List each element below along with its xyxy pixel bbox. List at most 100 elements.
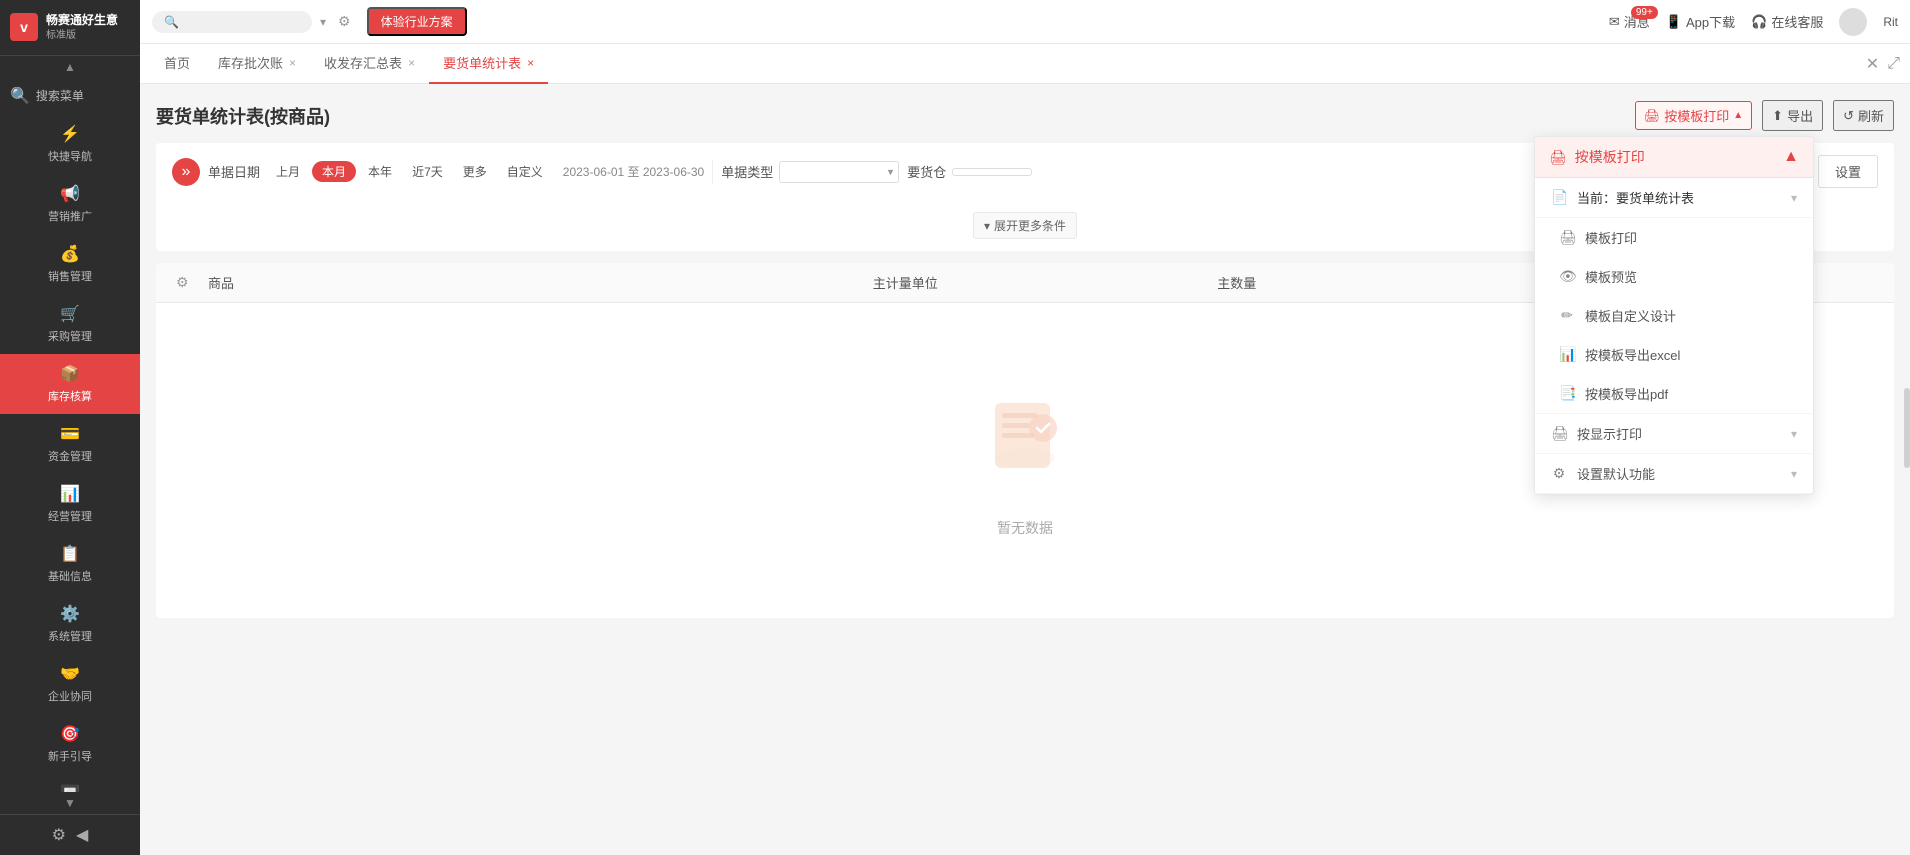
print-label: 按模板打印 bbox=[1664, 106, 1729, 125]
dropdown-template-print[interactable]: 🖨 模板打印 bbox=[1543, 218, 1813, 257]
message-icon: ✉ bbox=[1609, 14, 1620, 30]
dropdown-title: 🖨 按模板打印 bbox=[1549, 147, 1645, 167]
page-actions: 🖨 按模板打印 ▲ ⬆ 导出 ↺ 刷新 🖨 bbox=[1635, 100, 1894, 131]
date-btn-current-year[interactable]: 本年 bbox=[360, 161, 400, 182]
settings-button[interactable]: 设置 bbox=[1818, 155, 1878, 188]
dropdown-export-excel-label: 按模板导出excel bbox=[1585, 345, 1680, 364]
sales-icon: 💰 bbox=[60, 244, 80, 264]
refresh-button[interactable]: ↺ 刷新 bbox=[1833, 100, 1894, 131]
dropdown-export-pdf[interactable]: 📑 按模板导出pdf bbox=[1543, 374, 1813, 413]
dropdown-template-design[interactable]: ✏ 模板自定义设计 bbox=[1543, 296, 1813, 335]
edition-label: 标准版 bbox=[46, 29, 118, 43]
print-icon: 🖨 bbox=[1644, 108, 1661, 124]
dropdown-display-print[interactable]: 🖨 按显示打印 ▾ bbox=[1535, 414, 1813, 453]
date-btn-more[interactable]: 更多 bbox=[455, 161, 495, 182]
sidebar-logo: v 畅赛通好生意 标准版 bbox=[0, 0, 140, 56]
date-btn-prev-month[interactable]: 上月 bbox=[268, 161, 308, 182]
basicinfo-icon: 📋 bbox=[60, 544, 80, 564]
sidebar-item-guide[interactable]: 🎯 新手引导 bbox=[0, 714, 140, 774]
current-arrow-icon: ▾ bbox=[1791, 191, 1797, 205]
doc-type-select[interactable] bbox=[779, 161, 899, 183]
online-service-label: 在线客服 bbox=[1771, 12, 1823, 31]
scroll-down-arrow[interactable]: ▼ bbox=[0, 792, 140, 814]
close-all-tabs-btn[interactable]: ✕ bbox=[1866, 54, 1879, 74]
dropdown-export-excel[interactable]: 📊 按模板导出excel bbox=[1543, 335, 1813, 374]
topbar-search-box[interactable]: 🔍 bbox=[152, 11, 312, 33]
sidebar-item-apps[interactable]: 🔲 应用中心 bbox=[0, 774, 140, 792]
maximize-btn[interactable]: ⤢ bbox=[1887, 55, 1900, 73]
quicknav-icon: ⚡ bbox=[60, 124, 80, 144]
page-title: 要货单统计表(按商品) bbox=[156, 103, 330, 129]
date-btn-7days[interactable]: 近7天 bbox=[404, 161, 451, 182]
expand-more-conditions-btn[interactable]: ▾ 展开更多条件 bbox=[973, 212, 1077, 239]
tab-home[interactable]: 首页 bbox=[150, 44, 204, 84]
sidebar-item-finance-label: 资金管理 bbox=[48, 448, 92, 464]
tab-receipt-summary-close[interactable]: × bbox=[408, 56, 415, 70]
app-download-label: App下载 bbox=[1686, 12, 1735, 31]
print-dropdown-menu: 🖨 按模板打印 ▲ 📄 当前：要货单统计表 ▾ bbox=[1534, 136, 1814, 495]
sidebar-item-sales[interactable]: 💰 销售管理 bbox=[0, 234, 140, 294]
main-content: 🔍 ▾ ⚙ 体验行业方案 ✉ 消息 99+ 📱 App下载 🎧 在线客服 bbox=[140, 0, 1910, 855]
message-btn[interactable]: ✉ 消息 99+ bbox=[1609, 12, 1650, 31]
tab-order-stats-label: 要货单统计表 bbox=[443, 53, 521, 72]
refresh-label: 刷新 bbox=[1858, 106, 1884, 125]
doc-type-select-wrapper bbox=[779, 161, 899, 183]
username-display[interactable]: Rit bbox=[1883, 15, 1898, 29]
default-func-icon: ⚙ bbox=[1551, 465, 1567, 482]
sidebar-item-finance[interactable]: 💳 资金管理 bbox=[0, 414, 140, 474]
tab-receipt-summary[interactable]: 收发存汇总表 × bbox=[310, 44, 429, 84]
tabs-bar: 首页 库存批次账 × 收发存汇总表 × 要货单统计表 × ✕ ⤢ bbox=[140, 44, 1910, 84]
date-btn-current-month[interactable]: 本月 bbox=[312, 161, 356, 182]
message-badge: 99+ bbox=[1631, 6, 1658, 19]
print-button[interactable]: 🖨 按模板打印 ▲ bbox=[1635, 101, 1752, 130]
sidebar-item-marketing[interactable]: 📢 营销推广 bbox=[0, 174, 140, 234]
dropdown-collapse-btn[interactable]: ▲ bbox=[1783, 148, 1799, 166]
table-settings-icon[interactable]: ⚙ bbox=[168, 270, 197, 294]
export-excel-icon: 📊 bbox=[1559, 346, 1575, 363]
sidebar-item-guide-label: 新手引导 bbox=[48, 748, 92, 764]
dropdown-default-func[interactable]: ⚙ 设置默认功能 ▾ bbox=[1535, 454, 1813, 493]
sidebar-item-collab[interactable]: 🤝 企业协同 bbox=[0, 654, 140, 714]
scroll-indicator[interactable] bbox=[1904, 388, 1910, 468]
qty-column-label: 主数量 bbox=[1217, 276, 1256, 291]
dropdown-current-label: 当前：要货单统计表 bbox=[1577, 188, 1694, 207]
th-goods: 商品 bbox=[196, 273, 861, 292]
tab-inventory-batch[interactable]: 库存批次账 × bbox=[204, 44, 310, 84]
tabs-right-actions: ✕ ⤢ bbox=[1866, 54, 1900, 74]
dropdown-current-item[interactable]: 📄 当前：要货单统计表 ▾ bbox=[1535, 178, 1813, 217]
dropdown-title-text: 按模板打印 bbox=[1575, 147, 1645, 167]
export-button[interactable]: ⬆ 导出 bbox=[1762, 100, 1823, 131]
sidebar-item-purchase[interactable]: 🛒 采购管理 bbox=[0, 294, 140, 354]
sidebar-item-search[interactable]: 🔍 搜索菜单 bbox=[0, 78, 140, 114]
purchase-icon: 🛒 bbox=[60, 304, 80, 324]
topbar: 🔍 ▾ ⚙ 体验行业方案 ✉ 消息 99+ 📱 App下载 🎧 在线客服 bbox=[140, 0, 1910, 44]
sidebar-item-operation-label: 经营管理 bbox=[48, 508, 92, 524]
online-service-btn[interactable]: 🎧 在线客服 bbox=[1751, 12, 1823, 31]
app-download-btn[interactable]: 📱 App下载 bbox=[1666, 12, 1735, 31]
filter-expand-toggle[interactable]: » bbox=[172, 158, 200, 186]
scroll-up-arrow[interactable]: ▲ bbox=[0, 56, 140, 78]
sidebar-item-basicinfo[interactable]: 📋 基础信息 bbox=[0, 534, 140, 594]
tab-inventory-batch-close[interactable]: × bbox=[289, 56, 296, 70]
export-icon: ⬆ bbox=[1772, 108, 1783, 124]
avatar-btn[interactable] bbox=[1839, 8, 1867, 36]
guide-icon: 🎯 bbox=[60, 724, 80, 744]
topbar-gear-icon[interactable]: ⚙ bbox=[334, 9, 355, 34]
tab-order-stats[interactable]: 要货单统计表 × bbox=[429, 44, 548, 84]
date-btn-custom[interactable]: 自定义 bbox=[499, 161, 551, 182]
sidebar-item-quicknav[interactable]: ⚡ 快捷导航 bbox=[0, 114, 140, 174]
search-icon: 🔍 bbox=[10, 86, 30, 106]
sidebar-item-operation[interactable]: 📊 经营管理 bbox=[0, 474, 140, 534]
sidebar-item-inventory[interactable]: 📦 库存核算 bbox=[0, 354, 140, 414]
sidebar-item-system[interactable]: ⚙️ 系统管理 bbox=[0, 594, 140, 654]
settings-btn[interactable]: ⚙ bbox=[52, 825, 66, 845]
warehouse-input-wrapper[interactable] bbox=[952, 168, 1032, 176]
dropdown-template-preview[interactable]: 👁 模板预览 bbox=[1543, 257, 1813, 296]
collapse-btn[interactable]: ◀ bbox=[76, 825, 88, 845]
refresh-icon: ↺ bbox=[1843, 108, 1854, 124]
sidebar-item-basicinfo-label: 基础信息 bbox=[48, 568, 92, 584]
tab-order-stats-close[interactable]: × bbox=[527, 56, 534, 70]
topbar-chevron-icon[interactable]: ▾ bbox=[320, 15, 326, 29]
promo-button[interactable]: 体验行业方案 bbox=[367, 7, 467, 36]
topbar-search-input[interactable] bbox=[185, 15, 285, 29]
